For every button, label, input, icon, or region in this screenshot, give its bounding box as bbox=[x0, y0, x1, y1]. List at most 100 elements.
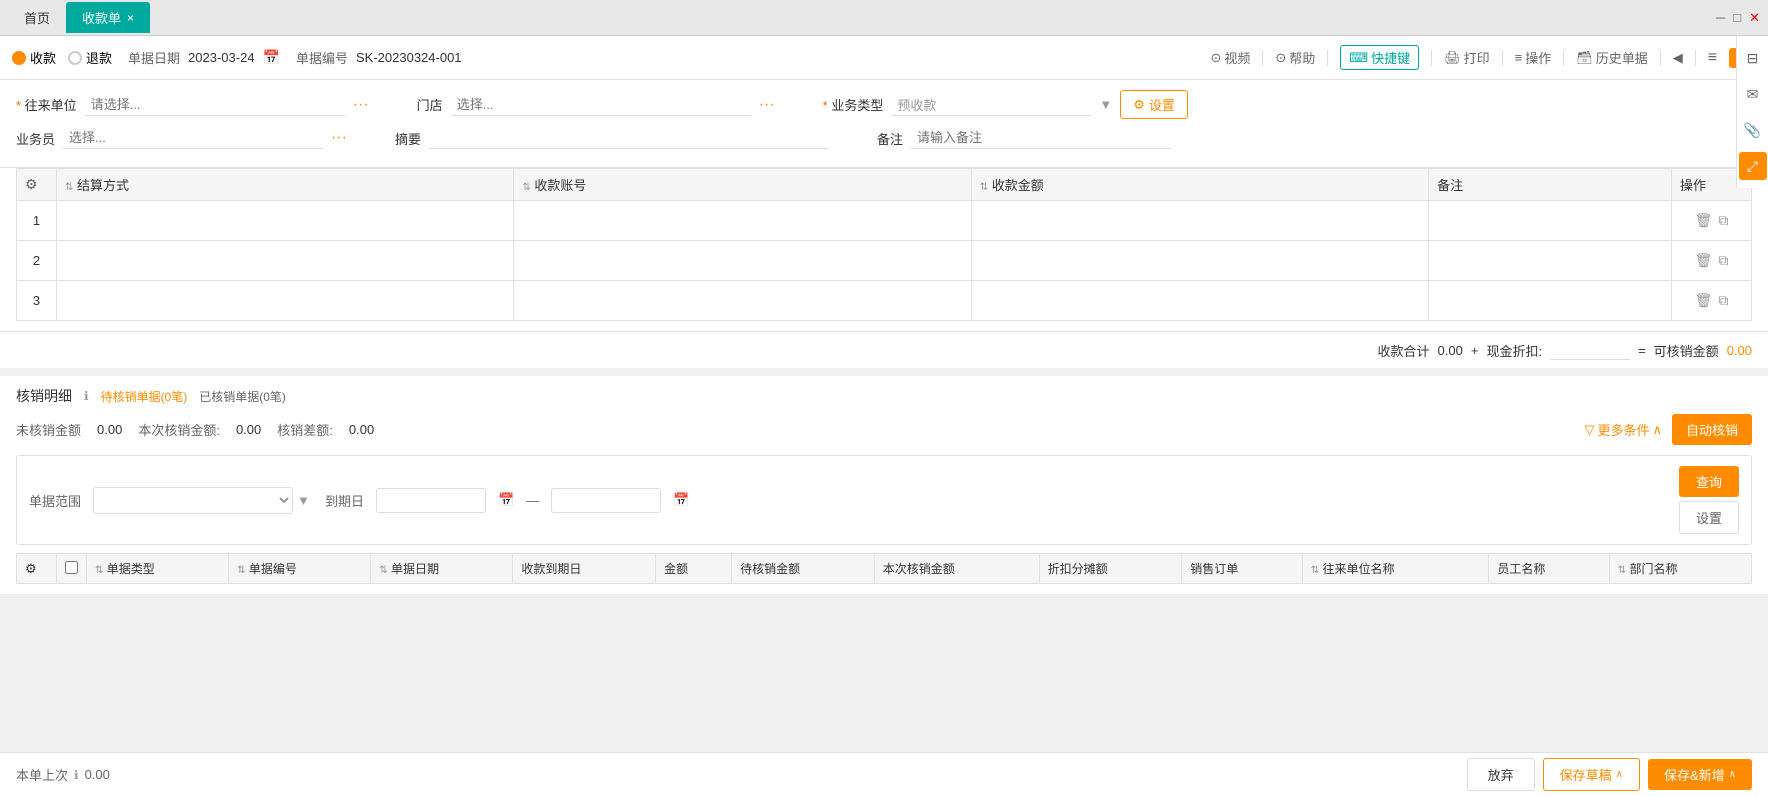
receipt-amount-cell-2[interactable] bbox=[971, 241, 1428, 281]
shortcut-btn[interactable]: ⌨ 快捷键 bbox=[1340, 45, 1419, 70]
sidebar-table-icon[interactable]: ⊟ bbox=[1739, 44, 1767, 72]
remark-input[interactable] bbox=[911, 127, 1171, 149]
settle-method-cell-3[interactable] bbox=[57, 281, 514, 321]
biz-type-input[interactable] bbox=[891, 94, 1091, 116]
ops-cell-2: 🗑 ⧉ bbox=[1672, 241, 1752, 281]
date-to-input[interactable]: 2022-04-12 bbox=[551, 488, 661, 513]
tab-close-icon[interactable]: × bbox=[127, 11, 134, 25]
copy-row-3-icon[interactable]: ⧉ bbox=[1718, 292, 1728, 309]
setting-button[interactable]: ⚙ 设置 bbox=[1120, 90, 1188, 119]
pending-tab[interactable]: 待核销单据(0笔) bbox=[101, 388, 188, 405]
equals-sign: = bbox=[1638, 343, 1646, 358]
window-close-icon[interactable]: ✕ bbox=[1749, 10, 1760, 26]
shortcut-icon: ⌨ bbox=[1349, 50, 1368, 66]
doc-date-value: 2023-03-24 bbox=[188, 50, 255, 65]
th-gear[interactable]: ⚙ bbox=[17, 169, 57, 201]
bth-checkbox[interactable] bbox=[57, 554, 87, 584]
delete-row-3-icon[interactable]: 🗑 bbox=[1695, 292, 1713, 309]
discount-input[interactable] bbox=[1550, 340, 1630, 360]
bth-counterparty: ⇅ 往来单位名称 bbox=[1302, 554, 1489, 584]
bth-gear[interactable]: ⚙ bbox=[17, 554, 57, 584]
table-row: 3 🗑 ⧉ bbox=[17, 281, 1752, 321]
biz-type-label: 业务类型 bbox=[823, 95, 884, 114]
receipt-account-cell-2[interactable] bbox=[514, 241, 971, 281]
unverified-label: 未核销金额 bbox=[16, 420, 81, 439]
gear-icon: ⚙ bbox=[1133, 97, 1145, 113]
video-btn[interactable]: ⊙ 视频 bbox=[1210, 48, 1250, 67]
list-view-btn[interactable]: ≡ bbox=[1708, 49, 1717, 67]
window-maximize-icon[interactable]: □ bbox=[1733, 10, 1741, 25]
summary-input[interactable] bbox=[429, 127, 829, 149]
auto-verify-btn[interactable]: 自动核销 bbox=[1672, 414, 1752, 445]
sort-icon-settle: ⇅ bbox=[65, 182, 73, 193]
verify-info-icon[interactable]: ℹ bbox=[84, 389, 89, 403]
table-gear-icon[interactable]: ⚙ bbox=[25, 176, 38, 192]
remark-cell-3[interactable] bbox=[1429, 281, 1672, 321]
print-btn[interactable]: 🖨 打印 bbox=[1444, 48, 1490, 67]
staff-input[interactable] bbox=[63, 127, 323, 149]
doc-range-select[interactable] bbox=[93, 487, 293, 514]
staff-more-btn[interactable]: ··· bbox=[331, 129, 347, 147]
history-icon: 🗃 bbox=[1576, 50, 1593, 66]
abandon-btn[interactable]: 放弃 bbox=[1467, 758, 1535, 791]
sidebar-email-icon[interactable]: ✉ bbox=[1739, 80, 1767, 108]
receipt-refund-group: 收款 退款 bbox=[12, 48, 112, 67]
counterparty-input[interactable] bbox=[85, 94, 345, 116]
doc-date-calendar-icon[interactable]: 📅 bbox=[263, 49, 280, 66]
actions-btn[interactable]: ≡ 操作 bbox=[1515, 48, 1552, 67]
refund-radio[interactable]: 退款 bbox=[68, 48, 112, 67]
more-filter-btn[interactable]: ▽ 更多条件 ∧ bbox=[1584, 420, 1662, 439]
calendar-to-icon[interactable]: 📅 bbox=[673, 492, 689, 508]
receipt-account-cell-3[interactable] bbox=[514, 281, 971, 321]
receipt-amount-cell-3[interactable] bbox=[971, 281, 1428, 321]
toolbar-actions: ⊙ 视频 ⊙ 帮助 ⌨ 快捷键 🖨 打印 ≡ 操作 bbox=[1210, 45, 1756, 70]
store-input[interactable] bbox=[451, 94, 751, 116]
tab-home[interactable]: 首页 bbox=[8, 2, 66, 33]
refund-label: 退款 bbox=[86, 48, 112, 67]
settle-method-cell-2[interactable] bbox=[57, 241, 514, 281]
calendar-from-icon[interactable]: 📅 bbox=[498, 492, 514, 508]
done-tab[interactable]: 已核销单据(0笔) bbox=[199, 388, 286, 405]
tab-receipt[interactable]: 收款单 × bbox=[66, 2, 150, 33]
sidebar-attach-icon[interactable]: 📎 bbox=[1739, 116, 1767, 144]
store-label: 门店 bbox=[417, 95, 443, 114]
bottom-table-gear-icon[interactable]: ⚙ bbox=[25, 561, 37, 576]
info-icon-footer[interactable]: ℹ bbox=[74, 768, 79, 782]
table-header-row: ⚙ ⇅ 结算方式 ⇅ 收款账号 ⇅ 收款金额 备注 bbox=[17, 169, 1752, 201]
table-row: 2 🗑 ⧉ bbox=[17, 241, 1752, 281]
copy-row-1-icon[interactable]: ⧉ bbox=[1718, 212, 1728, 229]
actions-icon: ≡ bbox=[1515, 50, 1523, 65]
delete-row-1-icon[interactable]: 🗑 bbox=[1695, 212, 1713, 229]
delete-row-2-icon[interactable]: 🗑 bbox=[1695, 252, 1713, 269]
store-more-btn[interactable]: ··· bbox=[759, 96, 775, 114]
divider5 bbox=[1563, 50, 1564, 66]
prev-btn[interactable]: ◀ bbox=[1673, 50, 1683, 66]
biz-type-dropdown-icon[interactable]: ▼ bbox=[1099, 97, 1112, 112]
bth-doc-type: ⇅ 单据类型 bbox=[87, 554, 229, 584]
settle-method-cell-1[interactable] bbox=[57, 201, 514, 241]
remark-cell-1[interactable] bbox=[1429, 201, 1672, 241]
query-btn[interactable]: 查询 bbox=[1679, 466, 1739, 497]
filter-setting-btn[interactable]: 设置 bbox=[1679, 501, 1739, 534]
history-btn[interactable]: 🗃 历史单据 bbox=[1576, 48, 1648, 67]
receipt-radio[interactable]: 收款 bbox=[12, 48, 56, 67]
verify-table: ⚙ ⇅ 单据类型 ⇅ 单据编号 ⇅ 单据日期 bbox=[16, 553, 1752, 584]
window-minimize-icon[interactable]: ─ bbox=[1716, 10, 1725, 25]
date-from-input[interactable]: 2022-04-01 bbox=[376, 488, 486, 513]
receipt-amount-cell-1[interactable] bbox=[971, 201, 1428, 241]
discount-label: 现金折扣: bbox=[1486, 341, 1542, 360]
remark-cell-2[interactable] bbox=[1429, 241, 1672, 281]
diff-value: 0.00 bbox=[349, 422, 374, 437]
row-num-2: 2 bbox=[17, 241, 57, 281]
receipt-account-cell-1[interactable] bbox=[514, 201, 971, 241]
help-btn[interactable]: ⊙ 帮助 bbox=[1275, 48, 1315, 67]
verify-table-header-row: ⚙ ⇅ 单据类型 ⇅ 单据编号 ⇅ 单据日期 bbox=[17, 554, 1752, 584]
diff-label: 核销差额: bbox=[277, 420, 333, 439]
th-settle-method: ⇅ 结算方式 bbox=[57, 169, 514, 201]
save-new-btn[interactable]: 保存&新增 ∧ bbox=[1648, 759, 1752, 790]
copy-row-2-icon[interactable]: ⧉ bbox=[1718, 252, 1728, 269]
select-all-checkbox[interactable] bbox=[65, 561, 78, 574]
counterparty-more-btn[interactable]: ··· bbox=[353, 96, 369, 114]
sidebar-expand-icon[interactable]: ⤢ bbox=[1739, 152, 1767, 180]
save-draft-btn[interactable]: 保存草稿 ∧ bbox=[1543, 758, 1640, 791]
